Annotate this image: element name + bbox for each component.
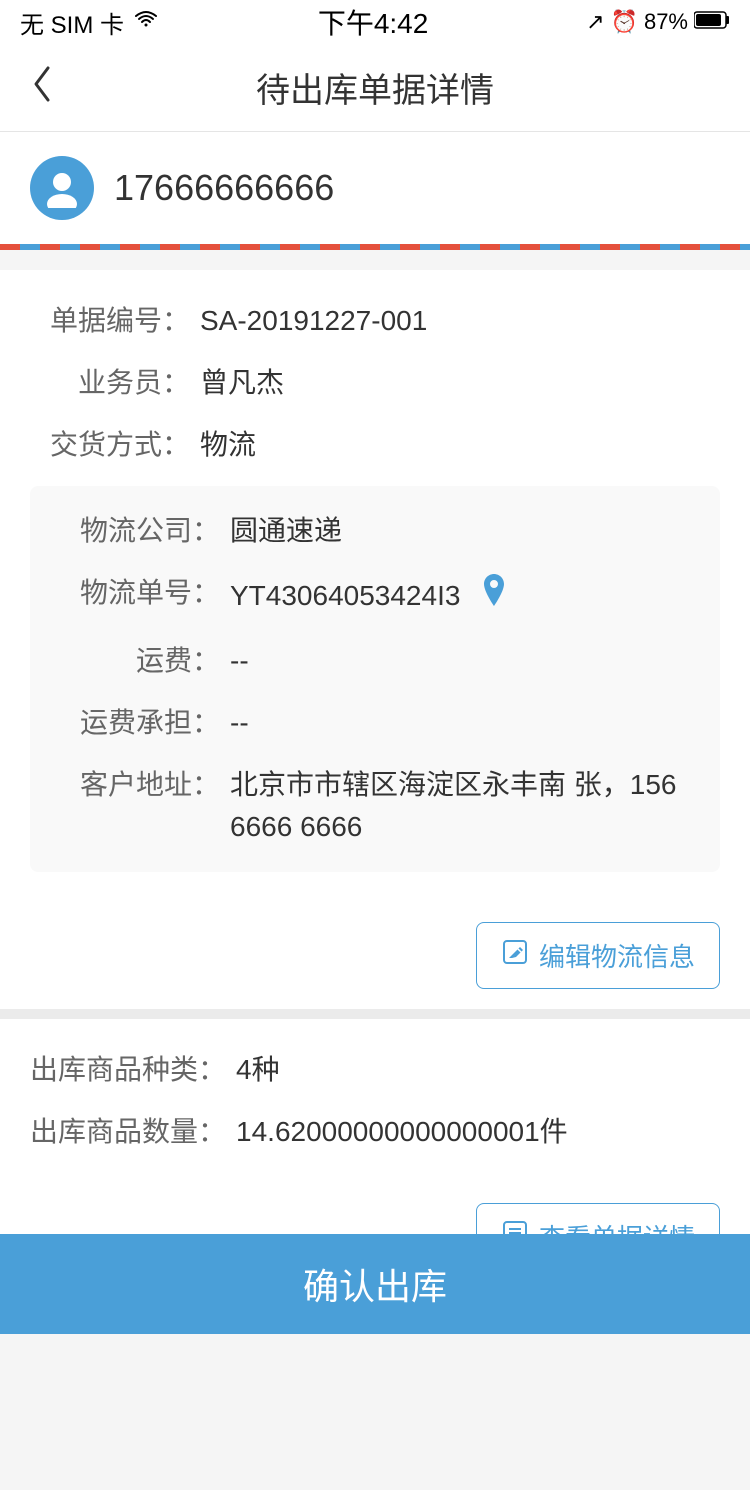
status-bar: 无 SIM 卡 下午4:42 ↗ ⏰ 87% bbox=[0, 0, 750, 44]
sales-rep-label: 业务员： bbox=[30, 362, 190, 404]
delivery-method-value: 物流 bbox=[200, 424, 720, 466]
wifi-icon bbox=[132, 8, 160, 36]
address-label: 客户地址： bbox=[60, 764, 220, 806]
goods-types-value: 4种 bbox=[236, 1049, 720, 1091]
logistics-company-value: 圆通速递 bbox=[230, 510, 690, 552]
battery-icon bbox=[694, 9, 730, 35]
goods-types-row: 出库商品种类： 4种 bbox=[30, 1049, 720, 1091]
tracking-no-row: 物流单号： YT43064053424I3 bbox=[60, 572, 690, 620]
edit-logistics-label: 编辑物流信息 bbox=[539, 937, 695, 974]
order-no-label: 单据编号： bbox=[30, 300, 190, 342]
address-row: 客户地址： 北京市市辖区海淀区永丰南 张，156 6666 6666 bbox=[60, 764, 690, 848]
tracking-no-text: YT43064053424I3 bbox=[230, 575, 460, 617]
customer-header: 17666666666 bbox=[0, 132, 750, 244]
sales-rep-row: 业务员： 曾凡杰 bbox=[30, 362, 720, 404]
avatar bbox=[30, 156, 94, 220]
address-value: 北京市市辖区海淀区永丰南 张，156 6666 6666 bbox=[230, 764, 690, 848]
confirm-bar[interactable]: 确认出库 bbox=[0, 1234, 750, 1334]
battery-percent: 87% bbox=[644, 9, 688, 35]
confirm-button-label: 确认出库 bbox=[303, 1258, 447, 1310]
order-info-section: 单据编号： SA-20191227-001 业务员： 曾凡杰 交货方式： 物流 … bbox=[0, 270, 750, 902]
logistics-company-label: 物流公司： bbox=[60, 510, 220, 552]
delivery-method-row: 交货方式： 物流 bbox=[30, 424, 720, 466]
goods-section: 出库商品种类： 4种 出库商品数量： 14.62000000000000001件 bbox=[0, 1019, 750, 1183]
freight-bearer-row: 运费承担： -- bbox=[60, 702, 690, 744]
customer-phone: 17666666666 bbox=[114, 167, 334, 209]
order-no-value: SA-20191227-001 bbox=[200, 300, 720, 342]
delivery-method-label: 交货方式： bbox=[30, 424, 190, 466]
nav-bar: 待出库单据详情 bbox=[0, 44, 750, 132]
status-left: 无 SIM 卡 bbox=[20, 5, 160, 40]
goods-quantity-row: 出库商品数量： 14.62000000000000001件 bbox=[30, 1111, 720, 1153]
edit-logistics-icon bbox=[501, 938, 529, 973]
tracking-no-value: YT43064053424I3 bbox=[230, 572, 690, 620]
edit-logistics-row: 编辑物流信息 bbox=[0, 902, 750, 1009]
freight-bearer-value: -- bbox=[230, 702, 690, 744]
goods-quantity-value: 14.62000000000000001件 bbox=[236, 1111, 720, 1153]
freight-value: -- bbox=[230, 640, 690, 682]
logistics-company-row: 物流公司： 圆通速递 bbox=[60, 510, 690, 552]
location-status-icon: ↗ bbox=[586, 9, 604, 35]
tracking-no-label: 物流单号： bbox=[60, 572, 220, 614]
freight-row: 运费： -- bbox=[60, 640, 690, 682]
goods-quantity-label: 出库商品数量： bbox=[30, 1111, 226, 1153]
freight-bearer-label: 运费承担： bbox=[60, 702, 220, 744]
status-time: 下午4:42 bbox=[318, 2, 429, 42]
sales-rep-value: 曾凡杰 bbox=[200, 362, 720, 404]
edit-logistics-button[interactable]: 编辑物流信息 bbox=[476, 922, 720, 989]
back-button[interactable] bbox=[30, 64, 54, 111]
goods-types-label: 出库商品种类： bbox=[30, 1049, 226, 1091]
order-no-row: 单据编号： SA-20191227-001 bbox=[30, 300, 720, 342]
section-divider bbox=[0, 1009, 750, 1019]
dashed-separator bbox=[0, 244, 750, 250]
status-right: ↗ ⏰ 87% bbox=[586, 9, 730, 35]
carrier-text: 无 SIM 卡 bbox=[20, 5, 124, 40]
logistics-inner-section: 物流公司： 圆通速递 物流单号： YT43064053424I3 运费： -- … bbox=[30, 486, 720, 872]
page-title: 待出库单据详情 bbox=[256, 63, 494, 112]
freight-label: 运费： bbox=[60, 640, 220, 682]
alarm-icon: ⏰ bbox=[611, 9, 638, 35]
map-pin-icon[interactable] bbox=[476, 572, 512, 620]
